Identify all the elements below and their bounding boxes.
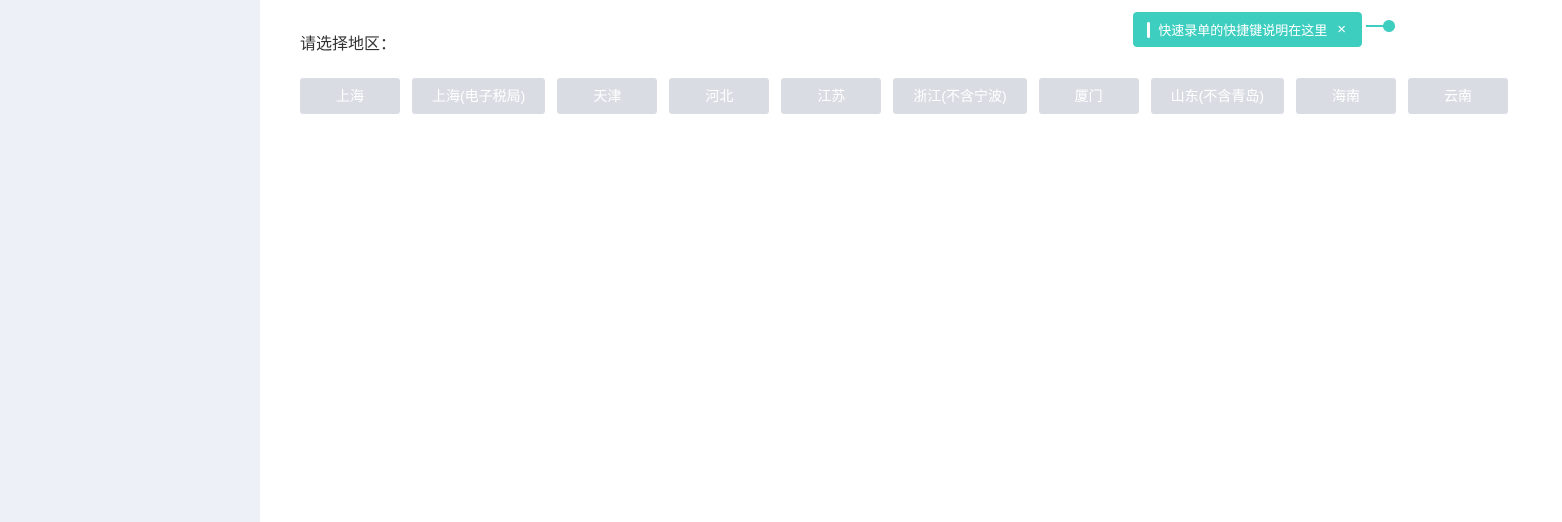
region-buttons: 上海上海(电子税局) 天津河北江苏浙江(不含宁波) 厦门山东(不含青岛) 海南云南 [300,78,1522,114]
region-button-shandong[interactable]: 山东(不含青岛) [1151,78,1284,114]
region-button-zhejiang[interactable]: 浙江(不含宁波) [893,78,1026,114]
tooltip-text: 快速录单的快捷键说明在这里 [1158,20,1327,39]
region-button-shanghai-etax[interactable]: 上海(电子税局) [412,78,545,114]
tooltip-bar-icon [1147,22,1150,38]
tooltip-dot [1383,20,1395,32]
tooltip-banner: 快速录单的快捷键说明在这里 × [1133,12,1362,47]
main-content: 请选择地区： 上海上海(电子税局)天津河北江苏浙江(不含宁波)厦门山东(不含青岛… [260,0,1562,522]
tooltip-close-button[interactable]: × [1335,22,1348,37]
region-button-jiangsu[interactable]: 江苏 [781,78,881,114]
region-button-xiamen[interactable]: 厦门 [1039,78,1139,114]
region-button-shanghai[interactable]: 上海 [300,78,400,114]
sidebar [0,0,260,522]
region-button-hainan[interactable]: 海南 [1296,78,1396,114]
region-button-hebei[interactable]: 河北 [669,78,769,114]
region-button-tianjin[interactable]: 天津 [557,78,657,114]
region-button-yunnan[interactable]: 云南 [1408,78,1508,114]
